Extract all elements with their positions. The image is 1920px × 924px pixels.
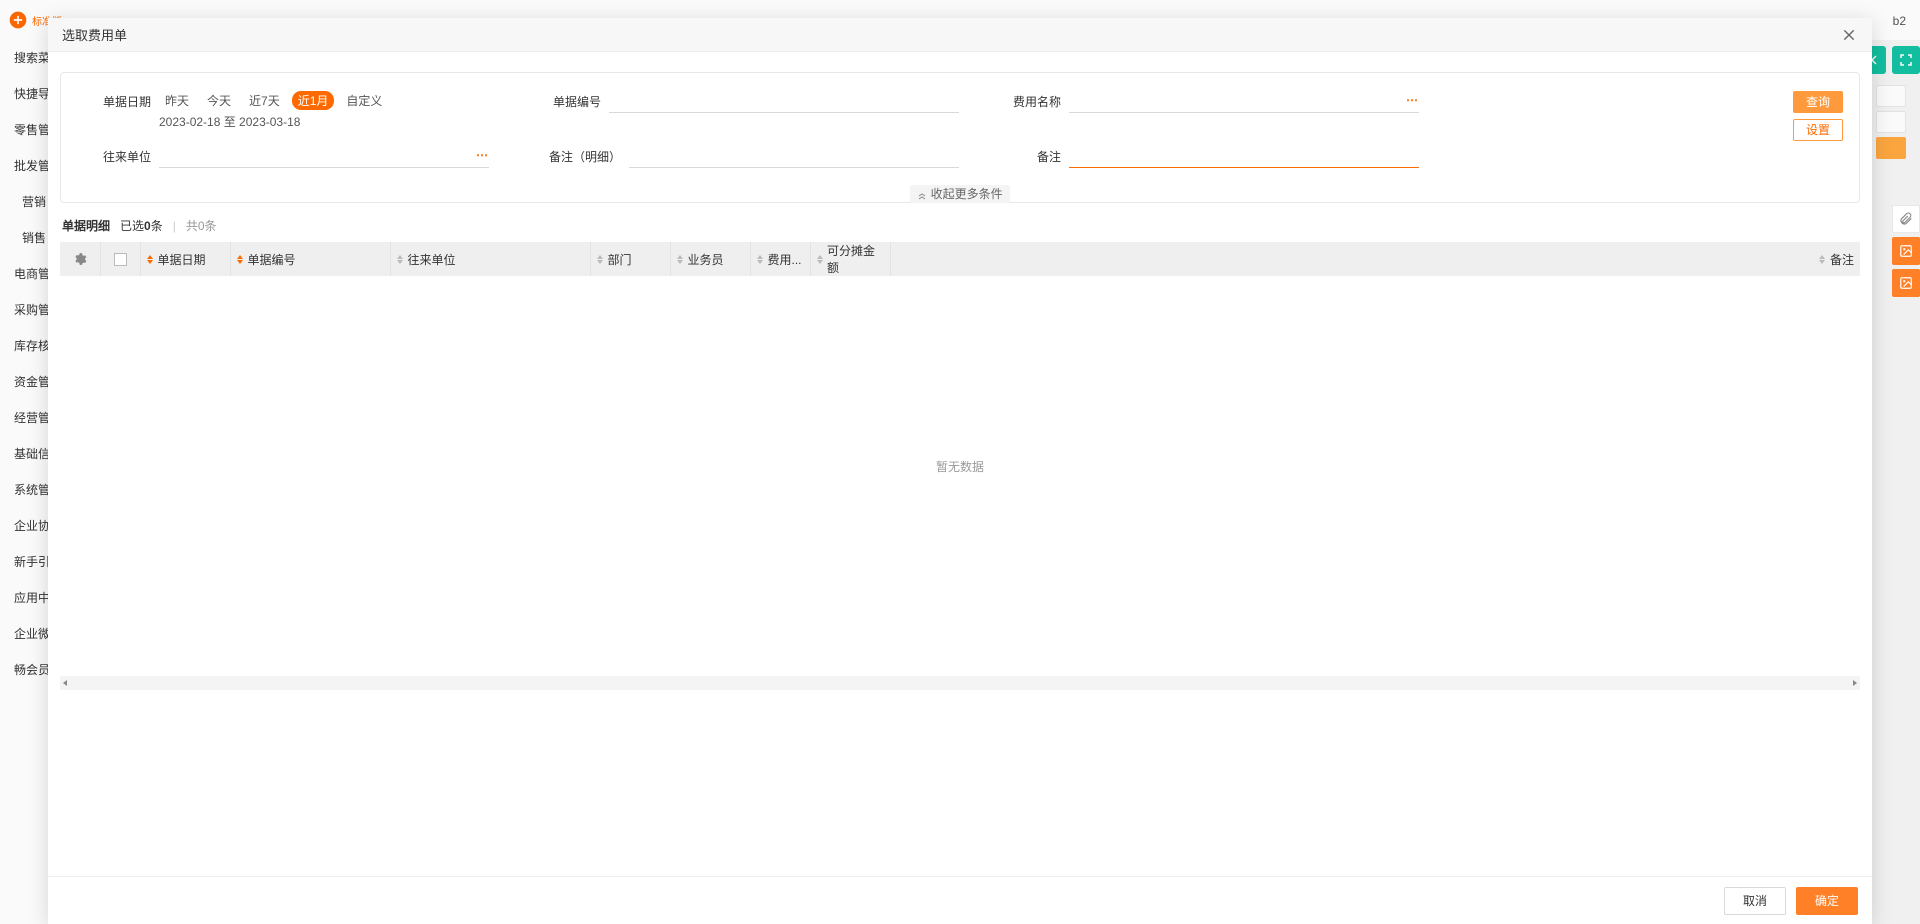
col-amount[interactable]: 可分摊金额 — [827, 242, 883, 276]
note-label: 备注 — [999, 146, 1069, 168]
cancel-button[interactable]: 取消 — [1724, 887, 1786, 915]
sort-icon[interactable] — [397, 253, 405, 265]
table-section-title: 单据明细 — [62, 217, 110, 234]
col-date[interactable]: 单据日期 — [158, 251, 206, 268]
sort-icon[interactable] — [817, 253, 825, 265]
table-empty-state: 暂无数据 — [60, 276, 1860, 656]
sort-icon[interactable] — [237, 253, 245, 265]
search-button[interactable]: 查询 — [1793, 91, 1843, 113]
ok-button[interactable]: 确定 — [1796, 887, 1858, 915]
note-detail-input[interactable] — [629, 146, 959, 168]
collapse-more-button[interactable]: 收起更多条件 — [910, 185, 1010, 203]
sort-icon[interactable] — [597, 253, 605, 265]
close-icon — [1842, 28, 1856, 42]
note-input[interactable] — [1069, 146, 1419, 168]
setting-button[interactable]: 设置 — [1793, 119, 1843, 141]
table-meta: 单据明细 已选0条 | 共0条 — [62, 217, 1860, 234]
collapse-label: 收起更多条件 — [931, 187, 1003, 201]
modal-close-button[interactable] — [1840, 26, 1858, 44]
col-billno[interactable]: 单据编号 — [248, 251, 296, 268]
selected-count: 已选0条 — [120, 217, 163, 234]
fee-name-input[interactable] — [1069, 91, 1419, 113]
sort-icon[interactable] — [1819, 253, 1827, 265]
bill-no-label: 单据编号 — [539, 91, 609, 113]
fee-name-more-icon[interactable]: ⋯ — [1406, 93, 1419, 107]
preset-yesterday[interactable]: 昨天 — [159, 91, 195, 110]
chevron-up-double-icon — [917, 190, 927, 200]
sort-icon[interactable] — [677, 253, 685, 265]
horizontal-scrollbar[interactable] — [60, 676, 1860, 690]
preset-month[interactable]: 近1月 — [292, 91, 335, 110]
date-range-display[interactable]: 2023-02-18 至 2023-03-18 — [159, 113, 388, 130]
select-all-checkbox[interactable] — [114, 253, 127, 266]
float-image-icon-1[interactable] — [1892, 237, 1920, 265]
bill-date-label: 单据日期 — [89, 91, 159, 113]
col-operator[interactable]: 业务员 — [688, 251, 724, 268]
fee-name-label: 费用名称 — [999, 91, 1069, 113]
image-icon — [1899, 276, 1913, 290]
col-remark[interactable]: 备注 — [1830, 251, 1854, 268]
sort-icon[interactable] — [147, 253, 155, 265]
party-input[interactable] — [159, 146, 489, 168]
preset-today[interactable]: 今天 — [201, 91, 237, 110]
expense-table: 单据日期 单据编号 — [60, 242, 1860, 276]
filter-panel: 查询 设置 单据日期 昨天 今天 近7天 近1月 自定义 — [60, 72, 1860, 203]
col-fee[interactable]: 费用... — [768, 251, 802, 268]
float-image-icon-2[interactable] — [1892, 269, 1920, 297]
image-icon — [1899, 244, 1913, 258]
preset-week[interactable]: 近7天 — [243, 91, 286, 110]
paperclip-icon — [1899, 212, 1913, 226]
party-more-icon[interactable]: ⋯ — [476, 148, 489, 162]
modal-overlay: 选取费用单 查询 设置 单据日期 昨天 — [0, 0, 1920, 924]
select-expense-modal: 选取费用单 查询 设置 单据日期 昨天 — [48, 18, 1872, 924]
float-attach-icon[interactable] — [1892, 205, 1920, 233]
modal-title: 选取费用单 — [62, 25, 127, 44]
col-dept[interactable]: 部门 — [608, 251, 632, 268]
note-detail-label: 备注（明细） — [539, 146, 629, 168]
sort-icon[interactable] — [757, 253, 765, 265]
total-count: 共0条 — [186, 217, 217, 234]
party-label: 往来单位 — [89, 146, 159, 168]
gear-icon[interactable] — [73, 252, 87, 266]
bill-no-input[interactable] — [609, 91, 959, 113]
preset-custom[interactable]: 自定义 — [340, 91, 388, 110]
col-party[interactable]: 往来单位 — [408, 251, 456, 268]
